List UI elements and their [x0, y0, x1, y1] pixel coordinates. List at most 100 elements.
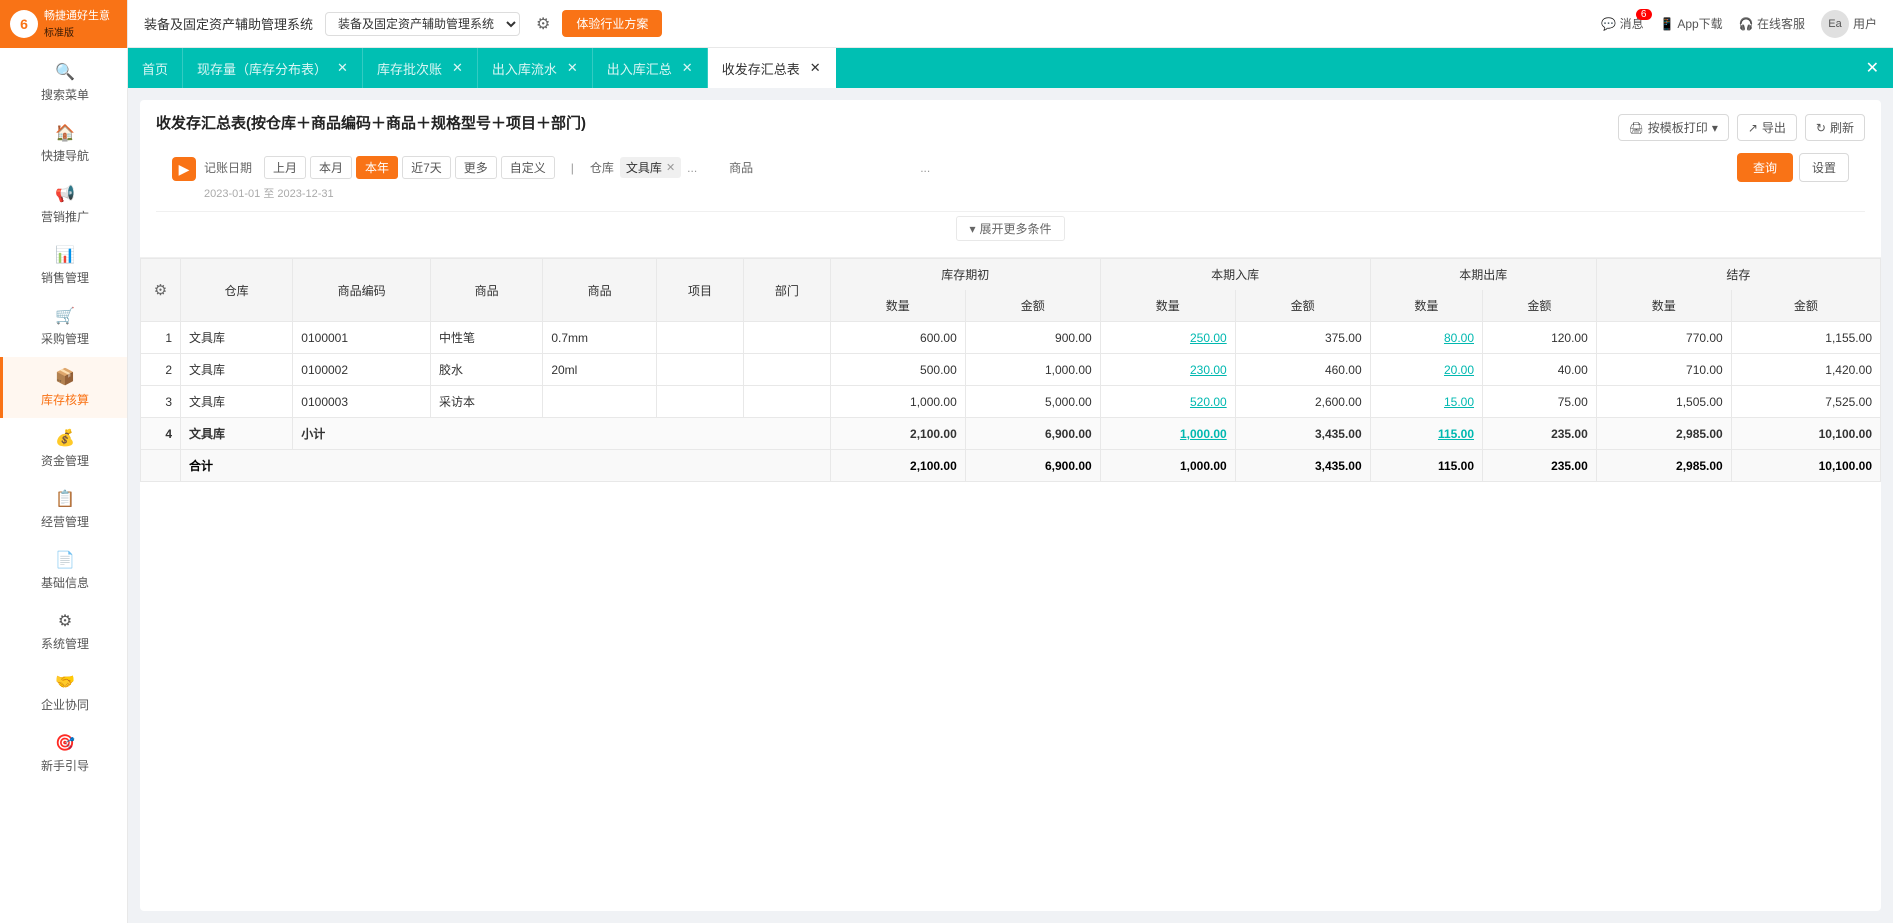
- filter-settings-btn[interactable]: 设置: [1799, 153, 1849, 182]
- sidebar-item-label: 搜索菜单: [41, 86, 89, 103]
- subtotal-open-qty: 2,100.00: [830, 418, 965, 450]
- subtotal-warehouse: 文具库: [181, 418, 293, 450]
- subtotal-bal-amt: 10,100.00: [1731, 418, 1880, 450]
- tabs-close-all-btn[interactable]: ✕: [1852, 58, 1893, 78]
- tab-home[interactable]: 首页: [128, 48, 183, 88]
- warehouse-more-btn[interactable]: ...: [687, 161, 697, 175]
- sidebar-item-marketing[interactable]: 📢营销推广: [0, 174, 127, 235]
- row-bal-amt: 7,525.00: [1731, 386, 1880, 418]
- filter-toggle-btn[interactable]: ▶: [172, 157, 196, 181]
- topbar: 装备及固定资产辅助管理系统 装备及固定资产辅助管理系统 ⚙ 体验行业方案 💬 6…: [128, 0, 1893, 48]
- date-option-btn[interactable]: 本年: [356, 156, 398, 179]
- sidebar-item-system[interactable]: ⚙系统管理: [0, 601, 127, 662]
- row-in-qty[interactable]: 520.00: [1100, 386, 1235, 418]
- bal-amt-header: 金额: [1731, 290, 1880, 322]
- tab-inout_summary[interactable]: 出入库汇总✕: [593, 48, 708, 88]
- headset-icon: 🎧: [1739, 17, 1754, 31]
- chevron-down-icon: ▾: [1712, 121, 1718, 135]
- row-in-qty[interactable]: 230.00: [1100, 354, 1235, 386]
- col-spec-header: 商品: [543, 259, 657, 322]
- row-in-qty[interactable]: 250.00: [1100, 322, 1235, 354]
- date-option-btn[interactable]: 自定义: [501, 156, 555, 179]
- product-more-btn[interactable]: ...: [920, 161, 930, 175]
- col-code-header: 商品编码: [293, 259, 431, 322]
- sidebar-item-sales[interactable]: 📊销售管理: [0, 235, 127, 296]
- tab-label: 现存量（库存分布表）: [197, 59, 327, 78]
- sidebar-item-label: 库存核算: [41, 391, 89, 408]
- row-project: [657, 322, 744, 354]
- message-badge[interactable]: 💬 6 消息: [1601, 15, 1643, 32]
- system-selector[interactable]: 装备及固定资产辅助管理系统: [325, 12, 520, 36]
- row-out-qty[interactable]: 15.00: [1370, 386, 1482, 418]
- user-area[interactable]: Ea 用户: [1821, 10, 1877, 38]
- tab-close-btn[interactable]: ✕: [452, 60, 463, 76]
- enterprise-icon: 🤝: [55, 672, 75, 692]
- online-service-btn[interactable]: 🎧 在线客服: [1739, 15, 1805, 32]
- tab-inout_flow[interactable]: 出入库流水✕: [478, 48, 593, 88]
- page-title: 收发存汇总表(按仓库＋商品编码＋商品＋规格型号＋项目＋部门): [156, 112, 586, 133]
- sidebar-item-inventory[interactable]: 📦库存核算: [0, 357, 127, 418]
- row-out-amt: 75.00: [1483, 386, 1597, 418]
- date-option-btn[interactable]: 本月: [310, 156, 352, 179]
- sidebar-item-label: 营销推广: [41, 208, 89, 225]
- warehouse-remove-btn[interactable]: ✕: [666, 161, 675, 174]
- sidebar-item-enterprise[interactable]: 🤝企业协同: [0, 662, 127, 723]
- export-btn[interactable]: ↗ 导出: [1737, 114, 1797, 141]
- row-index: 1: [141, 322, 181, 354]
- settings-icon[interactable]: ⚙: [536, 14, 550, 34]
- date-option-btn[interactable]: 上月: [264, 156, 306, 179]
- tab-close-btn[interactable]: ✕: [567, 60, 578, 76]
- tab-close-btn[interactable]: ✕: [810, 60, 821, 76]
- app-download-btn[interactable]: 📱 App下载: [1660, 15, 1723, 32]
- row-out-amt: 120.00: [1483, 322, 1597, 354]
- subtotal-in-qty[interactable]: 1,000.00: [1100, 418, 1235, 450]
- row-out-qty[interactable]: 20.00: [1370, 354, 1482, 386]
- query-btn[interactable]: 查询: [1737, 153, 1793, 182]
- row-bal-qty: 770.00: [1596, 322, 1731, 354]
- tab-close-btn[interactable]: ✕: [682, 60, 693, 76]
- sidebar-item-quicknav[interactable]: 🏠快捷导航: [0, 113, 127, 174]
- sidebar: 6 畅捷通好生意 标准版 🔍搜索菜单🏠快捷导航📢营销推广📊销售管理🛒采购管理📦库…: [0, 0, 128, 923]
- row-spec: 0.7mm: [543, 322, 657, 354]
- subtotal-out-qty[interactable]: 115.00: [1370, 418, 1482, 450]
- col-gear[interactable]: ⚙: [141, 259, 181, 322]
- in-amt-header: 金额: [1235, 290, 1370, 322]
- tab-batch[interactable]: 库存批次账✕: [363, 48, 478, 88]
- col-opening-header: 库存期初: [830, 259, 1100, 291]
- trial-btn[interactable]: 体验行业方案: [562, 10, 662, 37]
- print-btn[interactable]: 🖨 按模板打印 ▾: [1618, 114, 1729, 141]
- guide-icon: 🎯: [55, 733, 75, 753]
- product-input[interactable]: [759, 161, 914, 175]
- sidebar-item-purchase[interactable]: 🛒采购管理: [0, 296, 127, 357]
- tab-recv_summary[interactable]: 收发存汇总表✕: [708, 48, 836, 88]
- row-open-qty: 1,000.00: [830, 386, 965, 418]
- phone-icon: 📱: [1660, 17, 1675, 31]
- sidebar-item-label: 销售管理: [41, 269, 89, 286]
- total-bal-amt: 10,100.00: [1731, 450, 1880, 482]
- refresh-btn[interactable]: ↻ 刷新: [1805, 114, 1865, 141]
- date-option-btn[interactable]: 近7天: [402, 156, 451, 179]
- row-dept: [743, 354, 830, 386]
- purchase-icon: 🛒: [55, 306, 75, 326]
- filter-main: 记账日期 上月本月本年近7天更多自定义 | 仓库 文具库 ✕ ...: [204, 153, 1849, 201]
- tab-stock_dist[interactable]: 现存量（库存分布表） ✕: [183, 48, 363, 88]
- table-row: 2 文具库 0100002 胶水 20ml 500.00 1,000.00 23…: [141, 354, 1881, 386]
- sidebar-item-operation[interactable]: 📋经营管理: [0, 479, 127, 540]
- sidebar-item-search[interactable]: 🔍搜索菜单: [0, 52, 127, 113]
- tabs-bar: 首页现存量（库存分布表）✕库存批次账✕出入库流水✕出入库汇总✕收发存汇总表✕✕: [128, 48, 1893, 88]
- subtotal-in-amt: 3,435.00: [1235, 418, 1370, 450]
- date-option-btn[interactable]: 更多: [455, 156, 497, 179]
- tab-close-btn[interactable]: ✕: [337, 60, 348, 76]
- expand-more-btn[interactable]: ▾ 展开更多条件: [956, 216, 1064, 241]
- filter-row: 记账日期 上月本月本年近7天更多自定义 | 仓库 文具库 ✕ ...: [204, 153, 1849, 182]
- row-warehouse: 文具库: [181, 354, 293, 386]
- sidebar-item-basic[interactable]: 📄基础信息: [0, 540, 127, 601]
- sidebar-item-guide[interactable]: 🎯 新手引导: [0, 723, 127, 784]
- sidebar-item-finance[interactable]: 💰资金管理: [0, 418, 127, 479]
- table-row: 3 文具库 0100003 采访本 1,000.00 5,000.00 520.…: [141, 386, 1881, 418]
- product-label: 商品: [729, 159, 753, 176]
- sidebar-item-label: 新手引导: [41, 757, 89, 774]
- row-out-qty[interactable]: 80.00: [1370, 322, 1482, 354]
- row-in-amt: 375.00: [1235, 322, 1370, 354]
- user-label: 用户: [1853, 15, 1877, 32]
